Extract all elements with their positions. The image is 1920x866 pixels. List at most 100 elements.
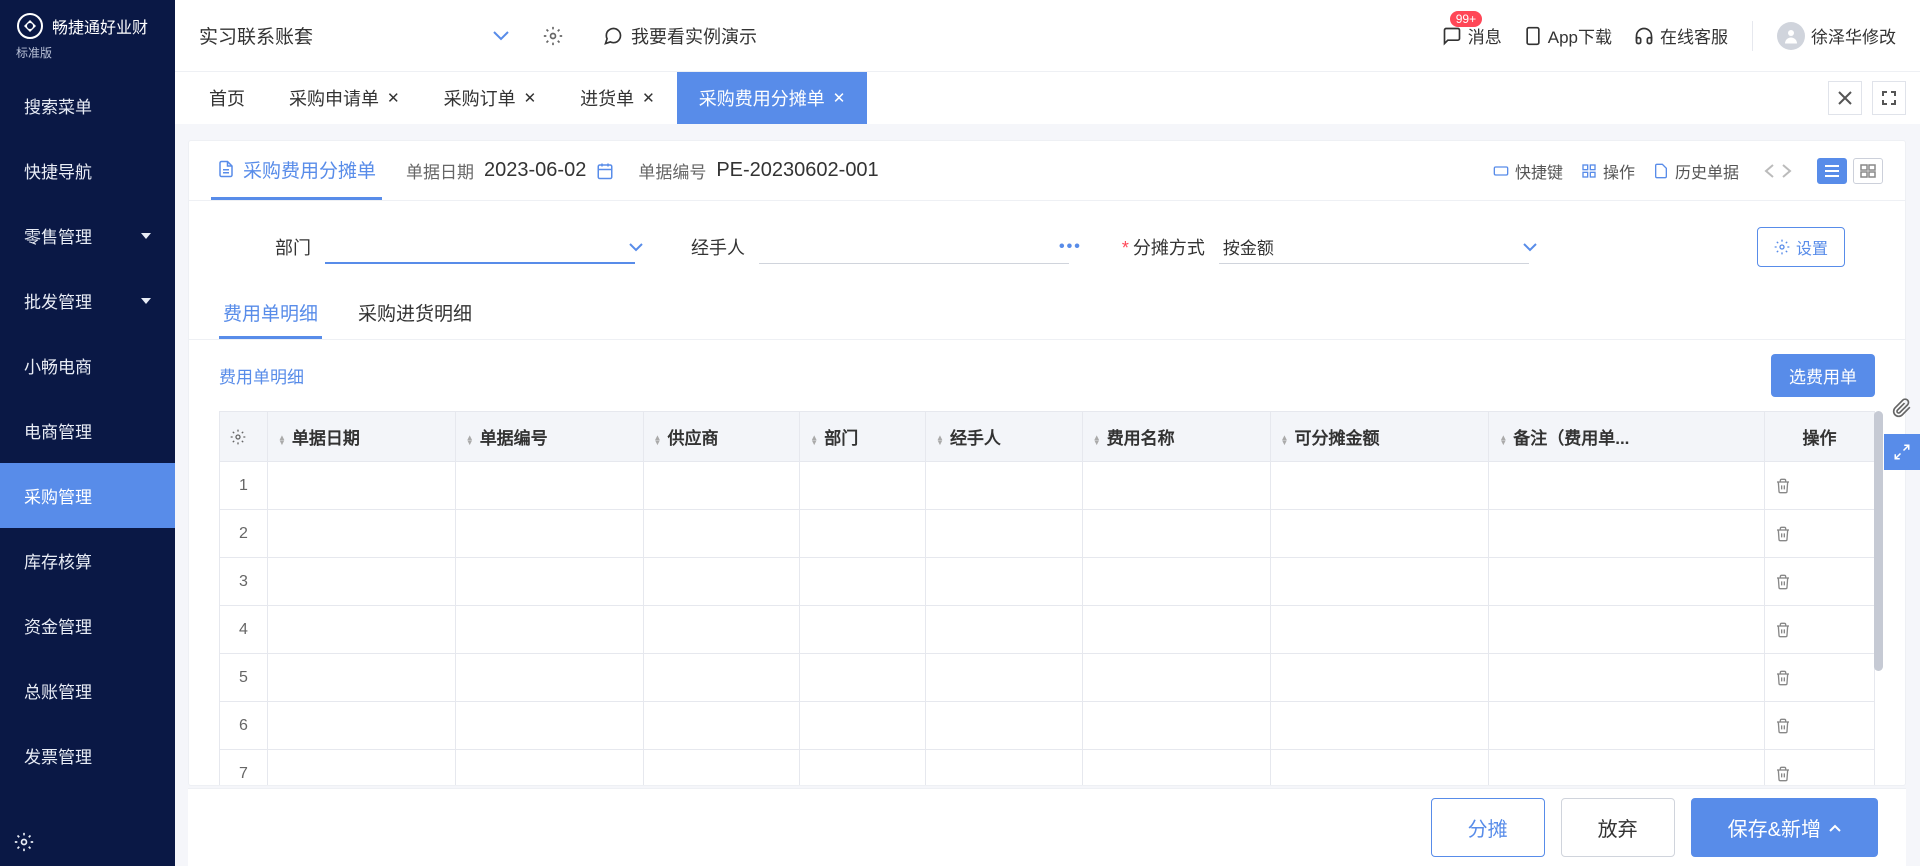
doc-date-value[interactable]: 2023-06-02 bbox=[484, 159, 586, 182]
cell[interactable] bbox=[926, 558, 1083, 606]
handler-input[interactable] bbox=[759, 231, 1069, 264]
sort-icon[interactable]: ▲▼ bbox=[1281, 435, 1289, 445]
column-settings-header[interactable] bbox=[220, 412, 268, 462]
cell[interactable] bbox=[1082, 462, 1270, 510]
table-row[interactable]: 3 bbox=[220, 558, 1875, 606]
sidebar-item-3[interactable]: 批发管理 bbox=[0, 268, 175, 333]
column-header-8[interactable]: 操作 bbox=[1765, 412, 1875, 462]
cell[interactable] bbox=[643, 462, 800, 510]
cell[interactable] bbox=[643, 702, 800, 750]
tab-close-icon[interactable]: ✕ bbox=[524, 89, 537, 107]
cell[interactable] bbox=[1270, 654, 1489, 702]
tab-4[interactable]: 采购费用分摊单✕ bbox=[677, 72, 868, 124]
card-view-button[interactable] bbox=[1853, 158, 1883, 184]
cell[interactable] bbox=[1082, 606, 1270, 654]
cell[interactable] bbox=[1765, 558, 1875, 606]
cell[interactable] bbox=[455, 606, 643, 654]
cell[interactable] bbox=[268, 750, 456, 786]
table-row[interactable]: 4 bbox=[220, 606, 1875, 654]
cell[interactable] bbox=[1270, 558, 1489, 606]
sidebar-item-0[interactable]: 搜索菜单 bbox=[0, 73, 175, 138]
delete-row-icon[interactable] bbox=[1775, 670, 1864, 686]
delete-row-icon[interactable] bbox=[1775, 526, 1864, 542]
cell[interactable] bbox=[1489, 702, 1765, 750]
subtab-0[interactable]: 费用单明细 bbox=[219, 289, 322, 339]
expand-button[interactable] bbox=[1884, 434, 1920, 470]
sidebar-item-7[interactable]: 库存核算 bbox=[0, 528, 175, 593]
cell[interactable] bbox=[926, 702, 1083, 750]
user-menu[interactable]: 徐泽华修改 bbox=[1777, 22, 1896, 50]
sidebar-item-10[interactable]: 发票管理 bbox=[0, 723, 175, 788]
cell[interactable] bbox=[800, 654, 926, 702]
save-and-new-button[interactable]: 保存&新增 bbox=[1691, 798, 1878, 857]
column-header-1[interactable]: ▲▼单据编号 bbox=[455, 412, 643, 462]
ledger-settings-icon[interactable] bbox=[543, 26, 563, 46]
method-input[interactable] bbox=[1219, 231, 1529, 264]
cell[interactable] bbox=[926, 606, 1083, 654]
cell[interactable] bbox=[1270, 462, 1489, 510]
column-header-0[interactable]: ▲▼单据日期 bbox=[268, 412, 456, 462]
sort-icon[interactable]: ▲▼ bbox=[654, 435, 662, 445]
cell[interactable] bbox=[1765, 750, 1875, 786]
sort-icon[interactable]: ▲▼ bbox=[278, 435, 286, 445]
cell[interactable] bbox=[455, 558, 643, 606]
subtab-1[interactable]: 采购进货明细 bbox=[354, 289, 476, 339]
cell[interactable] bbox=[455, 702, 643, 750]
dept-input[interactable] bbox=[325, 230, 635, 264]
sidebar-item-9[interactable]: 总账管理 bbox=[0, 658, 175, 723]
cell[interactable] bbox=[455, 750, 643, 786]
delete-row-icon[interactable] bbox=[1775, 478, 1864, 494]
tab-1[interactable]: 采购申请单✕ bbox=[267, 72, 422, 124]
tab-3[interactable]: 进货单✕ bbox=[558, 72, 677, 124]
cell[interactable] bbox=[643, 750, 800, 786]
cell[interactable] bbox=[1765, 462, 1875, 510]
cell[interactable] bbox=[1270, 606, 1489, 654]
cell[interactable] bbox=[800, 558, 926, 606]
cell[interactable] bbox=[1489, 462, 1765, 510]
sort-icon[interactable]: ▲▼ bbox=[1499, 435, 1507, 445]
delete-row-icon[interactable] bbox=[1775, 766, 1864, 782]
cell[interactable] bbox=[1082, 558, 1270, 606]
sidebar-settings-icon[interactable] bbox=[0, 818, 175, 866]
messages-link[interactable]: 99+ 消息 bbox=[1442, 23, 1502, 48]
cell[interactable] bbox=[268, 510, 456, 558]
sidebar-item-5[interactable]: 电商管理 bbox=[0, 398, 175, 463]
hotkey-button[interactable]: 快捷键 bbox=[1493, 159, 1563, 183]
cell[interactable] bbox=[1489, 558, 1765, 606]
cell[interactable] bbox=[926, 510, 1083, 558]
sidebar-item-6[interactable]: 采购管理 bbox=[0, 463, 175, 528]
cell[interactable] bbox=[1270, 510, 1489, 558]
cell[interactable] bbox=[268, 654, 456, 702]
customer-service-link[interactable]: 在线客服 bbox=[1634, 23, 1728, 48]
column-header-3[interactable]: ▲▼部门 bbox=[800, 412, 926, 462]
history-button[interactable]: 历史单据 bbox=[1653, 159, 1739, 183]
tab-2[interactable]: 采购订单✕ bbox=[422, 72, 559, 124]
cell[interactable] bbox=[1270, 702, 1489, 750]
table-row[interactable]: 2 bbox=[220, 510, 1875, 558]
cell[interactable] bbox=[1765, 510, 1875, 558]
handler-picker-icon[interactable]: ••• bbox=[1059, 238, 1082, 256]
column-header-5[interactable]: ▲▼费用名称 bbox=[1082, 412, 1270, 462]
ledger-selector[interactable]: 实习联系账套 bbox=[199, 22, 563, 49]
delete-row-icon[interactable] bbox=[1775, 718, 1864, 734]
cell[interactable] bbox=[800, 462, 926, 510]
cell[interactable] bbox=[1082, 702, 1270, 750]
sort-icon[interactable]: ▲▼ bbox=[1093, 435, 1101, 445]
cell[interactable] bbox=[926, 654, 1083, 702]
cell[interactable] bbox=[1489, 750, 1765, 786]
cell[interactable] bbox=[1270, 750, 1489, 786]
demo-link[interactable]: 我要看实例演示 bbox=[603, 23, 757, 49]
cell[interactable] bbox=[800, 702, 926, 750]
settings-button[interactable]: 设置 bbox=[1757, 227, 1845, 267]
pick-expense-button[interactable]: 选费用单 bbox=[1771, 354, 1875, 397]
delete-row-icon[interactable] bbox=[1775, 574, 1864, 590]
table-scrollbar[interactable] bbox=[1874, 411, 1883, 671]
table-row[interactable]: 1 bbox=[220, 462, 1875, 510]
sort-icon[interactable]: ▲▼ bbox=[810, 435, 818, 445]
attachment-button[interactable] bbox=[1884, 390, 1920, 426]
column-header-4[interactable]: ▲▼经手人 bbox=[926, 412, 1083, 462]
tab-close-icon[interactable]: ✕ bbox=[833, 89, 846, 107]
document-title-tab[interactable]: 采购费用分摊单 bbox=[211, 141, 382, 200]
column-header-7[interactable]: ▲▼备注（费用单... bbox=[1489, 412, 1765, 462]
calendar-icon[interactable] bbox=[596, 162, 614, 180]
